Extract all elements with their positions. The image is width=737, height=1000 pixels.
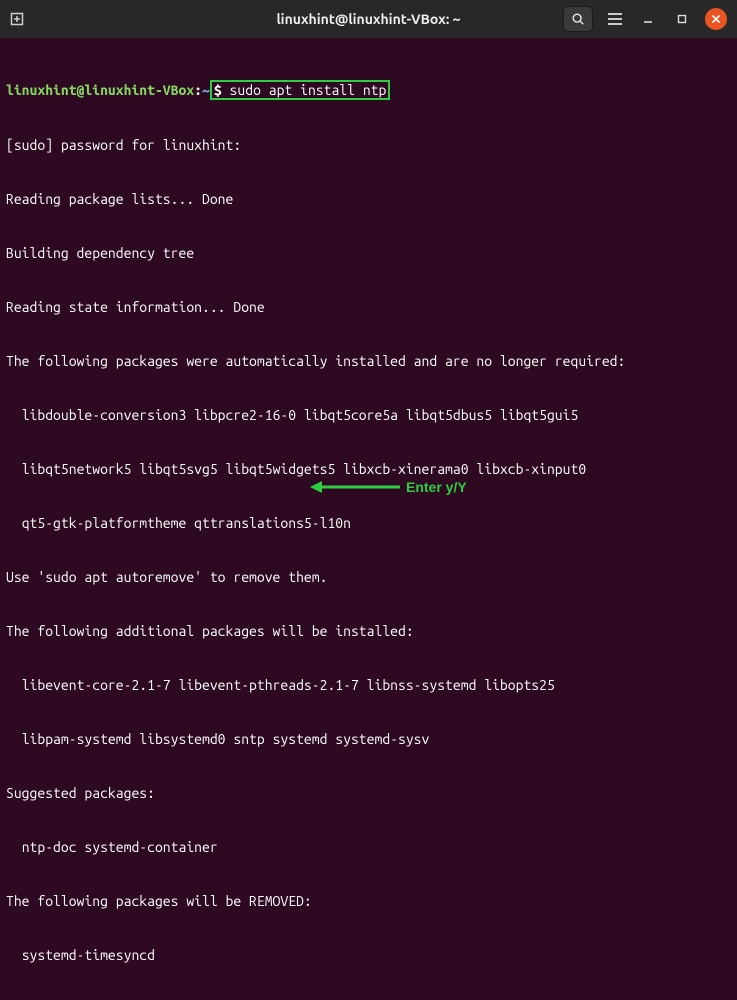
output-line: [sudo] password for linuxhint: [6, 136, 731, 154]
search-button[interactable] [563, 6, 593, 32]
output-line: systemd-timesyncd [6, 946, 731, 964]
prompt-path: ~ [202, 82, 210, 98]
terminal-body[interactable]: linuxhint@linuxhint-VBox:~$ sudo apt ins… [0, 38, 737, 1000]
titlebar-right-group [563, 6, 727, 32]
output-line: Reading state information... Done [6, 298, 731, 316]
prompt-line: linuxhint@linuxhint-VBox:~$ sudo apt ins… [6, 80, 731, 100]
output-line: The following packages were automaticall… [6, 352, 731, 370]
titlebar-left-group [10, 11, 26, 27]
output-line: Suggested packages: [6, 784, 731, 802]
arrow-icon [310, 480, 400, 494]
window-title: linuxhint@linuxhint-VBox: ~ [276, 10, 460, 28]
output-line: libdouble-conversion3 libpcre2-16-0 libq… [6, 406, 731, 424]
output-line: Building dependency tree [6, 244, 731, 262]
prompt-user-host: linuxhint@linuxhint-VBox [6, 82, 194, 98]
maximize-button[interactable] [671, 8, 693, 30]
output-line: The following packages will be REMOVED: [6, 892, 731, 910]
prompt-colon: : [194, 82, 202, 98]
output-line: The following additional packages will b… [6, 622, 731, 640]
command-text: sudo apt install ntp [230, 82, 387, 98]
output-line: ntp-doc systemd-container [6, 838, 731, 856]
hamburger-menu-icon[interactable] [605, 12, 625, 26]
command-highlight-box: $ sudo apt install ntp [210, 80, 391, 100]
annotation-arrow: Enter y/Y [310, 478, 467, 496]
minimize-button[interactable] [637, 8, 659, 30]
output-line: Use 'sudo apt autoremove' to remove them… [6, 568, 731, 586]
output-line: libevent-core-2.1-7 libevent-pthreads-2.… [6, 676, 731, 694]
close-button[interactable] [705, 8, 727, 30]
window-titlebar: linuxhint@linuxhint-VBox: ~ [0, 0, 737, 38]
output-line: Reading package lists... Done [6, 190, 731, 208]
new-tab-icon[interactable] [10, 11, 26, 27]
output-line: qt5-gtk-platformtheme qttranslations5-l1… [6, 514, 731, 532]
annotation-label: Enter y/Y [406, 478, 467, 496]
prompt-dollar: $ [214, 82, 230, 98]
output-line: libqt5network5 libqt5svg5 libqt5widgets5… [6, 460, 731, 478]
output-line: libpam-systemd libsystemd0 sntp systemd … [6, 730, 731, 748]
